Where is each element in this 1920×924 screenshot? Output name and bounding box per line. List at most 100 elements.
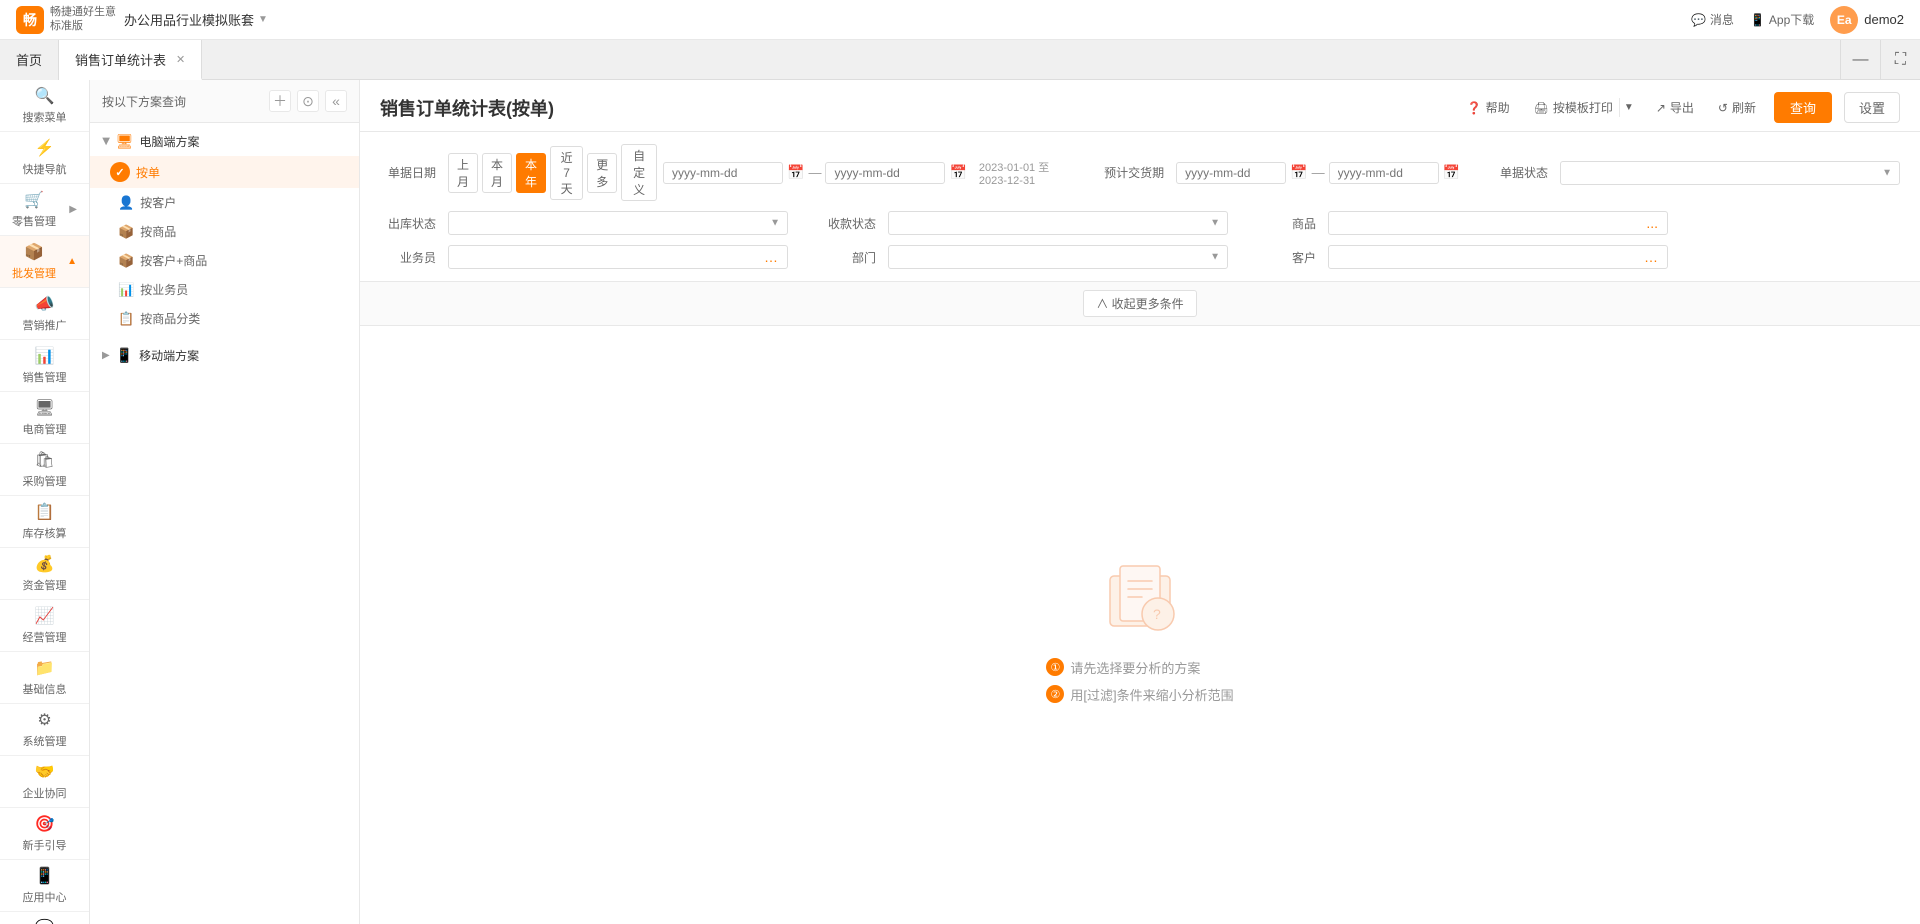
custom-date-btn[interactable]: 自定义 (621, 144, 657, 201)
mobile-expand-arrow-icon: ▶ (102, 350, 110, 361)
message-icon: 💬 (1691, 13, 1706, 27)
sidebar-item-new-guide[interactable]: 🎯 新手引导 (0, 808, 89, 860)
date-to-input[interactable] (825, 162, 945, 184)
salesperson-more-icon[interactable]: … (760, 249, 782, 265)
date-from-input[interactable] (663, 162, 783, 184)
tab-close-icon[interactable]: ✕ (176, 53, 185, 66)
top-bar-left: 畅 畅捷通好生意 标准版 办公用品行业模拟账套 ▼ (16, 6, 268, 34)
sidebar-item-marketing[interactable]: 📣 营销推广 (0, 288, 89, 340)
scheme-add-button[interactable]: ＋ (269, 90, 291, 112)
help-button[interactable]: ❓ 帮助 (1461, 95, 1516, 120)
scheme-item-by-category[interactable]: 📋 按商品分类 (90, 304, 359, 333)
scheme-group-pc: ▶ 🖥 电脑端方案 ✓ 按单 👤 按客户 📦 按商品 (90, 123, 359, 337)
sidebar-item-app-center[interactable]: 📱 应用中心 (0, 860, 89, 912)
selected-icon: ✓ (110, 162, 130, 182)
collapse-conditions-button[interactable]: ∧ 收起更多条件 (1083, 290, 1196, 317)
print-template-button[interactable]: 🖨 按模板打印 ▼ (1528, 95, 1638, 120)
scheme-item-by-order[interactable]: ✓ 按单 (90, 156, 359, 188)
product-input[interactable] (1328, 211, 1668, 235)
system-icon: ⚙ (37, 710, 51, 730)
settings-button[interactable]: 设置 (1844, 92, 1900, 123)
print-main-btn[interactable]: 🖨 按模板打印 (1528, 95, 1619, 120)
sidebar-item-system[interactable]: ⚙ 系统管理 (0, 704, 89, 756)
basic-info-icon: 📁 (35, 658, 55, 678)
workspace-selector[interactable]: 办公用品行业模拟账套 ▼ (124, 10, 268, 29)
payment-status-label: 收款状态 (820, 215, 876, 232)
date-range-inputs: 📅 — 📅 (663, 162, 967, 184)
last-7-days-btn[interactable]: 近7天 (550, 146, 583, 200)
product-more-icon[interactable]: ... (1642, 215, 1662, 231)
scheme-panel-actions: ＋ ⊙ « (269, 90, 347, 112)
message-button[interactable]: 💬 消息 (1691, 11, 1734, 28)
calendar-to-icon[interactable]: 📅 (949, 164, 966, 181)
expected-delivery-control: 📅 — 📅 (1176, 162, 1460, 184)
sidebar-item-operations[interactable]: 📈 经营管理 (0, 600, 89, 652)
sidebar-item-inventory[interactable]: 📋 库存核算 (0, 496, 89, 548)
last-month-btn[interactable]: 上月 (448, 153, 478, 193)
sidebar-item-enterprise-wechat[interactable]: 💬 企业微信 (0, 912, 89, 924)
this-month-btn[interactable]: 本月 (482, 153, 512, 193)
calendar-from-icon[interactable]: 📅 (787, 164, 804, 181)
scheme-collapse-button[interactable]: « (325, 90, 347, 112)
scheme-group-header-pc[interactable]: ▶ 🖥 电脑端方案 (90, 127, 359, 156)
export-button[interactable]: ↗ 导出 (1650, 95, 1700, 120)
department-select[interactable] (888, 245, 1228, 269)
sidebar-item-wholesale[interactable]: 📦 批发管理 ▲ (0, 236, 89, 288)
svg-text:?: ? (1153, 606, 1161, 622)
download-icon: 📱 (1750, 13, 1765, 27)
order-status-select-wrap: ▼ (1560, 161, 1900, 185)
page-header-actions: ❓ 帮助 🖨 按模板打印 ▼ ↗ 导出 (1461, 92, 1900, 123)
product-input-wrap: ... (1328, 211, 1668, 235)
print-icon: 🖨 (1534, 101, 1549, 115)
user-name: demo2 (1864, 12, 1904, 27)
scheme-group-mobile: ▶ 📱 移动端方案 (90, 337, 359, 374)
scheme-item-by-salesperson[interactable]: 📊 按业务员 (90, 275, 359, 304)
print-dropdown-arrow[interactable]: ▼ (1619, 98, 1638, 117)
logo-icon: 畅 (16, 6, 44, 34)
maximize-button[interactable]: ⛶ (1880, 40, 1920, 80)
scheme-group-header-mobile[interactable]: ▶ 📱 移动端方案 (90, 341, 359, 370)
refresh-button[interactable]: ↺ 刷新 (1712, 95, 1762, 120)
sidebar-item-ecommerce[interactable]: 🖥 电商管理 (0, 392, 89, 444)
scheme-settings-button[interactable]: ⊙ (297, 90, 319, 112)
sidebar-item-quick-nav[interactable]: ⚡ 快捷导航 (0, 132, 89, 184)
scheme-item-by-product[interactable]: 📦 按商品 (90, 217, 359, 246)
sidebar-item-retail[interactable]: 🛒 零售管理 ▶ (0, 184, 89, 236)
calendar-delivery-from-icon[interactable]: 📅 (1290, 164, 1307, 181)
this-year-btn[interactable]: 本年 (516, 153, 546, 193)
tab-sales-order-stats[interactable]: 销售订单统计表 ✕ (59, 40, 202, 80)
expected-delivery-to-input[interactable] (1329, 162, 1439, 184)
sidebar-item-search-menu[interactable]: 🔍 搜索菜单 (0, 80, 89, 132)
export-icon: ↗ (1656, 101, 1666, 115)
sidebar-item-enterprise-collab[interactable]: 🤝 企业协同 (0, 756, 89, 808)
hint-2-number: ② (1046, 685, 1064, 703)
scheme-panel-title: 按以下方案查询 (102, 93, 186, 110)
calendar-delivery-to-icon[interactable]: 📅 (1443, 164, 1460, 181)
scheme-item-by-customer[interactable]: 👤 按客户 (90, 188, 359, 217)
minimize-button[interactable]: — (1840, 40, 1880, 80)
scheme-item-by-customer-product[interactable]: 📦 按客户+商品 (90, 246, 359, 275)
customer-input[interactable] (1328, 245, 1668, 269)
pc-group-icon: 🖥 (116, 133, 134, 150)
app-download-button[interactable]: 📱 App下载 (1750, 11, 1814, 28)
product-label: 商品 (1260, 215, 1316, 232)
sidebar-item-finance[interactable]: 💰 资金管理 (0, 548, 89, 600)
logo-area: 畅 畅捷通好生意 标准版 (16, 6, 116, 34)
department-select-wrap: ▼ (888, 245, 1228, 269)
delivery-status-select[interactable] (448, 211, 788, 235)
collapse-section: ∧ 收起更多条件 (360, 282, 1920, 326)
tab-home[interactable]: 首页 (0, 40, 59, 80)
app-center-icon: 📱 (35, 866, 55, 886)
more-date-btn[interactable]: 更多 (587, 153, 617, 193)
user-area[interactable]: Ea demo2 (1830, 6, 1904, 34)
order-status-select[interactable] (1560, 161, 1900, 185)
payment-status-select[interactable] (888, 211, 1228, 235)
salesperson-input[interactable] (448, 245, 788, 269)
sidebar-item-basic-info[interactable]: 📁 基础信息 (0, 652, 89, 704)
refresh-icon: ↺ (1718, 101, 1728, 115)
sidebar-item-purchase[interactable]: 🛍 采购管理 (0, 444, 89, 496)
expected-delivery-from-input[interactable] (1176, 162, 1286, 184)
query-button[interactable]: 查询 (1774, 92, 1832, 123)
customer-more-icon[interactable]: … (1640, 249, 1662, 265)
sidebar-item-sales[interactable]: 📊 销售管理 (0, 340, 89, 392)
